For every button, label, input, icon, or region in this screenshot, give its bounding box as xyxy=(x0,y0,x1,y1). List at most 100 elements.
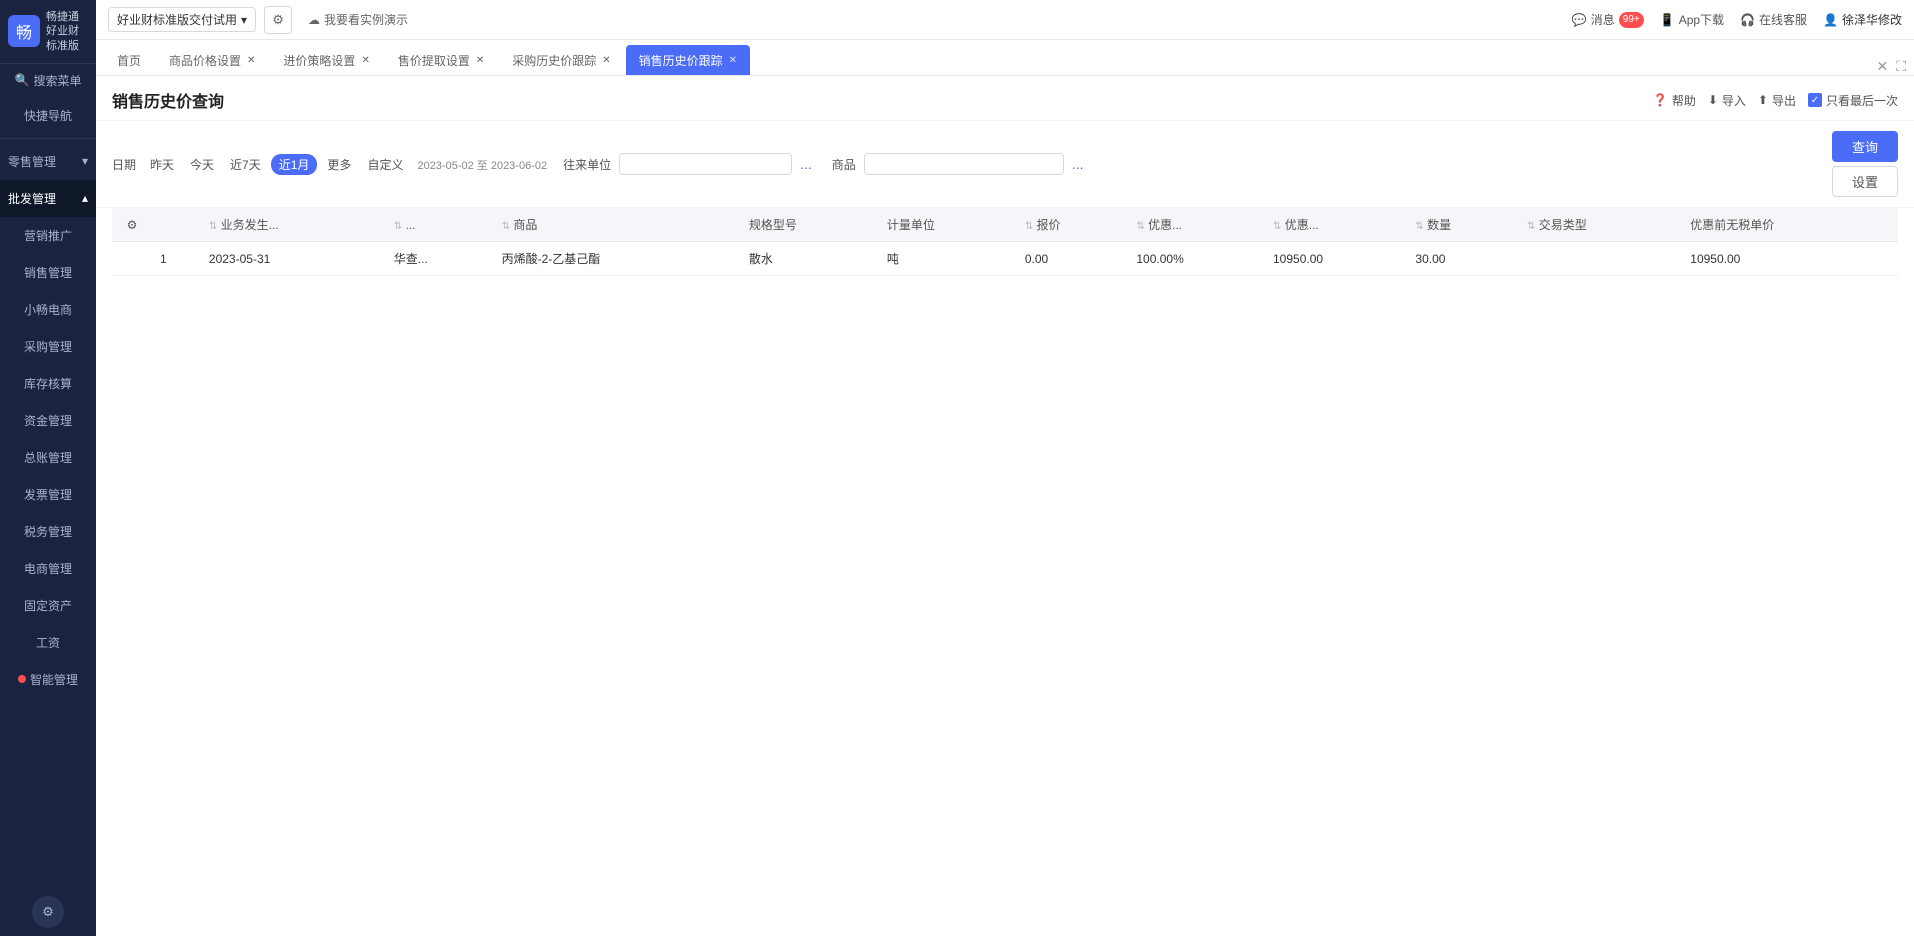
sidebar-item-ecommerce[interactable]: 电商管理 xyxy=(0,550,96,587)
sidebar-logo: 畅 畅捷通好业财 标准版 xyxy=(0,0,96,64)
demo-link[interactable]: ☁ 我要看实例演示 xyxy=(308,11,408,28)
sort-product-icon: ⇅ xyxy=(502,221,510,232)
tab-sales-history-close[interactable]: ✕ xyxy=(729,55,737,66)
tab-sale-price[interactable]: 售价提取设置 ✕ xyxy=(385,45,497,75)
sidebar-item-ledger[interactable]: 总账管理 xyxy=(0,439,96,476)
import-button[interactable]: ⬇ 导入 xyxy=(1708,92,1746,109)
date-option-7days[interactable]: 近7天 xyxy=(224,154,267,175)
column-settings-icon[interactable]: ⚙ xyxy=(127,218,138,232)
sidebar-search[interactable]: 🔍 搜索菜单 xyxy=(0,64,96,97)
sidebar-item-purchase[interactable]: 采购管理 xyxy=(0,328,96,365)
tab-purchase-price-close[interactable]: ✕ xyxy=(361,55,369,66)
table-header: ⚙ ⇅ 业务发生... ⇅ ... ⇅ 商品 xyxy=(112,208,1898,242)
cell-no-tax-price: 10950.00 xyxy=(1682,242,1898,276)
settings-gear-button[interactable]: ⚙ xyxy=(32,896,64,928)
cell-product: 丙烯酸-2-乙基己酯 xyxy=(494,242,741,276)
help-button[interactable]: ❓ 帮助 xyxy=(1653,92,1696,109)
message-icon: 💬 xyxy=(1572,13,1587,27)
online-service-button[interactable]: 🎧 在线客服 xyxy=(1740,11,1807,28)
sidebar-item-invoice[interactable]: 发票管理 xyxy=(0,476,96,513)
table-row[interactable]: 1 2023-05-31 华查... 丙烯酸-2-乙基己酯 散水 吨 0.00 … xyxy=(112,242,1898,276)
close-window-icon[interactable]: ✕ xyxy=(1876,58,1888,75)
sidebar-item-quicknav[interactable]: 快捷导航 xyxy=(0,97,96,134)
supplier-input[interactable] xyxy=(619,153,792,175)
date-options: 昨天 今天 近7天 近1月 更多 自定义 xyxy=(144,154,409,175)
col-discount2[interactable]: ⇅ 优惠... xyxy=(1265,208,1407,242)
cell-spec: 散水 xyxy=(741,242,879,276)
product-label: 商品 xyxy=(832,156,856,173)
date-option-more[interactable]: 更多 xyxy=(321,154,357,175)
tab-sales-history-label: 销售历史价跟踪 xyxy=(639,52,723,69)
col-gear[interactable]: ⚙ xyxy=(112,208,152,242)
cell-price: 0.00 xyxy=(1017,242,1129,276)
table-body: 1 2023-05-31 华查... 丙烯酸-2-乙基己酯 散水 吨 0.00 … xyxy=(112,242,1898,276)
maximize-window-icon[interactable]: ⛶ xyxy=(1896,58,1906,75)
col-quantity[interactable]: ⇅ 数量 xyxy=(1407,208,1519,242)
col-company[interactable]: ⇅ ... xyxy=(386,208,494,242)
sidebar-item-retail[interactable]: 零售管理 ▾ xyxy=(0,143,96,180)
chevron-down-icon: ▾ xyxy=(241,13,247,27)
version-select[interactable]: 好业财标准版交付试用 ▾ xyxy=(108,7,256,32)
sidebar-item-tax[interactable]: 税务管理 xyxy=(0,513,96,550)
last-only-checkbox[interactable]: ✓ 只看最后一次 xyxy=(1808,92,1898,109)
sidebar-item-sales[interactable]: 销售管理 xyxy=(0,254,96,291)
message-label: 消息 xyxy=(1591,11,1615,28)
cell-gear xyxy=(112,242,152,276)
sidebar-item-payroll[interactable]: 工资 xyxy=(0,624,96,661)
sidebar-item-ai[interactable]: 智能管理 xyxy=(0,661,96,698)
app-download-label: App下载 xyxy=(1679,11,1724,28)
demo-label: 我要看实例演示 xyxy=(324,11,408,28)
topbar-settings-button[interactable]: ⚙ xyxy=(264,6,292,34)
query-button[interactable]: 查询 xyxy=(1832,131,1898,162)
filter-area: 日期 昨天 今天 近7天 近1月 更多 自定义 2023-05-02 至 202… xyxy=(96,121,1914,208)
cell-unit: 吨 xyxy=(879,242,1017,276)
filter-setting-button[interactable]: 设置 xyxy=(1832,166,1898,197)
tab-price-label: 商品价格设置 xyxy=(169,52,241,69)
user-menu[interactable]: 👤 徐泽华修改 xyxy=(1823,11,1902,28)
tab-home[interactable]: 首页 xyxy=(104,45,154,75)
col-price[interactable]: ⇅ 报价 xyxy=(1017,208,1129,242)
col-index-num xyxy=(152,208,201,242)
tab-price-close[interactable]: ✕ xyxy=(247,55,255,66)
filter-action-buttons: 查询 设置 xyxy=(1832,131,1898,197)
sidebar-item-finance[interactable]: 资金管理 xyxy=(0,402,96,439)
cell-index: 1 xyxy=(152,242,201,276)
app-download-button[interactable]: 📱 App下载 xyxy=(1660,11,1724,28)
ai-dot xyxy=(18,675,26,683)
col-date[interactable]: ⇅ 业务发生... xyxy=(201,208,386,242)
tab-purchase-history-close[interactable]: ✕ xyxy=(602,55,610,66)
cell-date: 2023-05-31 xyxy=(201,242,386,276)
tab-purchase-price[interactable]: 进价策略设置 ✕ xyxy=(270,45,382,75)
tab-purchase-history[interactable]: 采购历史价跟踪 ✕ xyxy=(499,45,623,75)
page-content: 销售历史价查询 ❓ 帮助 ⬇ 导入 ⬆ 导出 ✓ 只看最后一次 xyxy=(96,76,1914,936)
tab-price[interactable]: 商品价格设置 ✕ xyxy=(156,45,268,75)
sidebar-item-ecommerce-small[interactable]: 小畅电商 xyxy=(0,291,96,328)
product-filter-row: 商品 ... xyxy=(832,153,1088,175)
date-option-1month[interactable]: 近1月 xyxy=(271,154,318,175)
sidebar-item-assets[interactable]: 固定资产 xyxy=(0,587,96,624)
tab-sales-history[interactable]: 销售历史价跟踪 ✕ xyxy=(626,45,750,75)
supplier-label: 往来单位 xyxy=(563,156,611,173)
date-option-today[interactable]: 今天 xyxy=(184,154,220,175)
product-more-button[interactable]: ... xyxy=(1068,156,1088,172)
sidebar-item-marketing[interactable]: 营销推广 xyxy=(0,217,96,254)
col-trade-type[interactable]: ⇅ 交易类型 xyxy=(1519,208,1682,242)
export-button[interactable]: ⬆ 导出 xyxy=(1758,92,1796,109)
sort-discount2-icon: ⇅ xyxy=(1273,221,1281,232)
product-input[interactable] xyxy=(864,153,1064,175)
tab-sale-price-close[interactable]: ✕ xyxy=(476,55,484,66)
message-button[interactable]: 💬 消息 99+ xyxy=(1572,11,1644,28)
data-table: ⚙ ⇅ 业务发生... ⇅ ... ⇅ 商品 xyxy=(112,208,1898,276)
sidebar-item-wholesale[interactable]: 批发管理 ▴ xyxy=(0,180,96,217)
date-option-custom[interactable]: 自定义 xyxy=(361,154,409,175)
version-label: 好业财标准版交付试用 xyxy=(117,11,237,28)
page-actions: ❓ 帮助 ⬇ 导入 ⬆ 导出 ✓ 只看最后一次 xyxy=(1653,92,1898,109)
supplier-more-button[interactable]: ... xyxy=(796,156,816,172)
retail-label: 零售管理 xyxy=(8,153,56,170)
headset-icon: 🎧 xyxy=(1740,13,1755,27)
sidebar-item-inventory[interactable]: 库存核算 xyxy=(0,365,96,402)
col-product[interactable]: ⇅ 商品 xyxy=(494,208,741,242)
date-option-yesterday[interactable]: 昨天 xyxy=(144,154,180,175)
col-discount1[interactable]: ⇅ 优惠... xyxy=(1128,208,1265,242)
demo-icon: ☁ xyxy=(308,13,320,27)
